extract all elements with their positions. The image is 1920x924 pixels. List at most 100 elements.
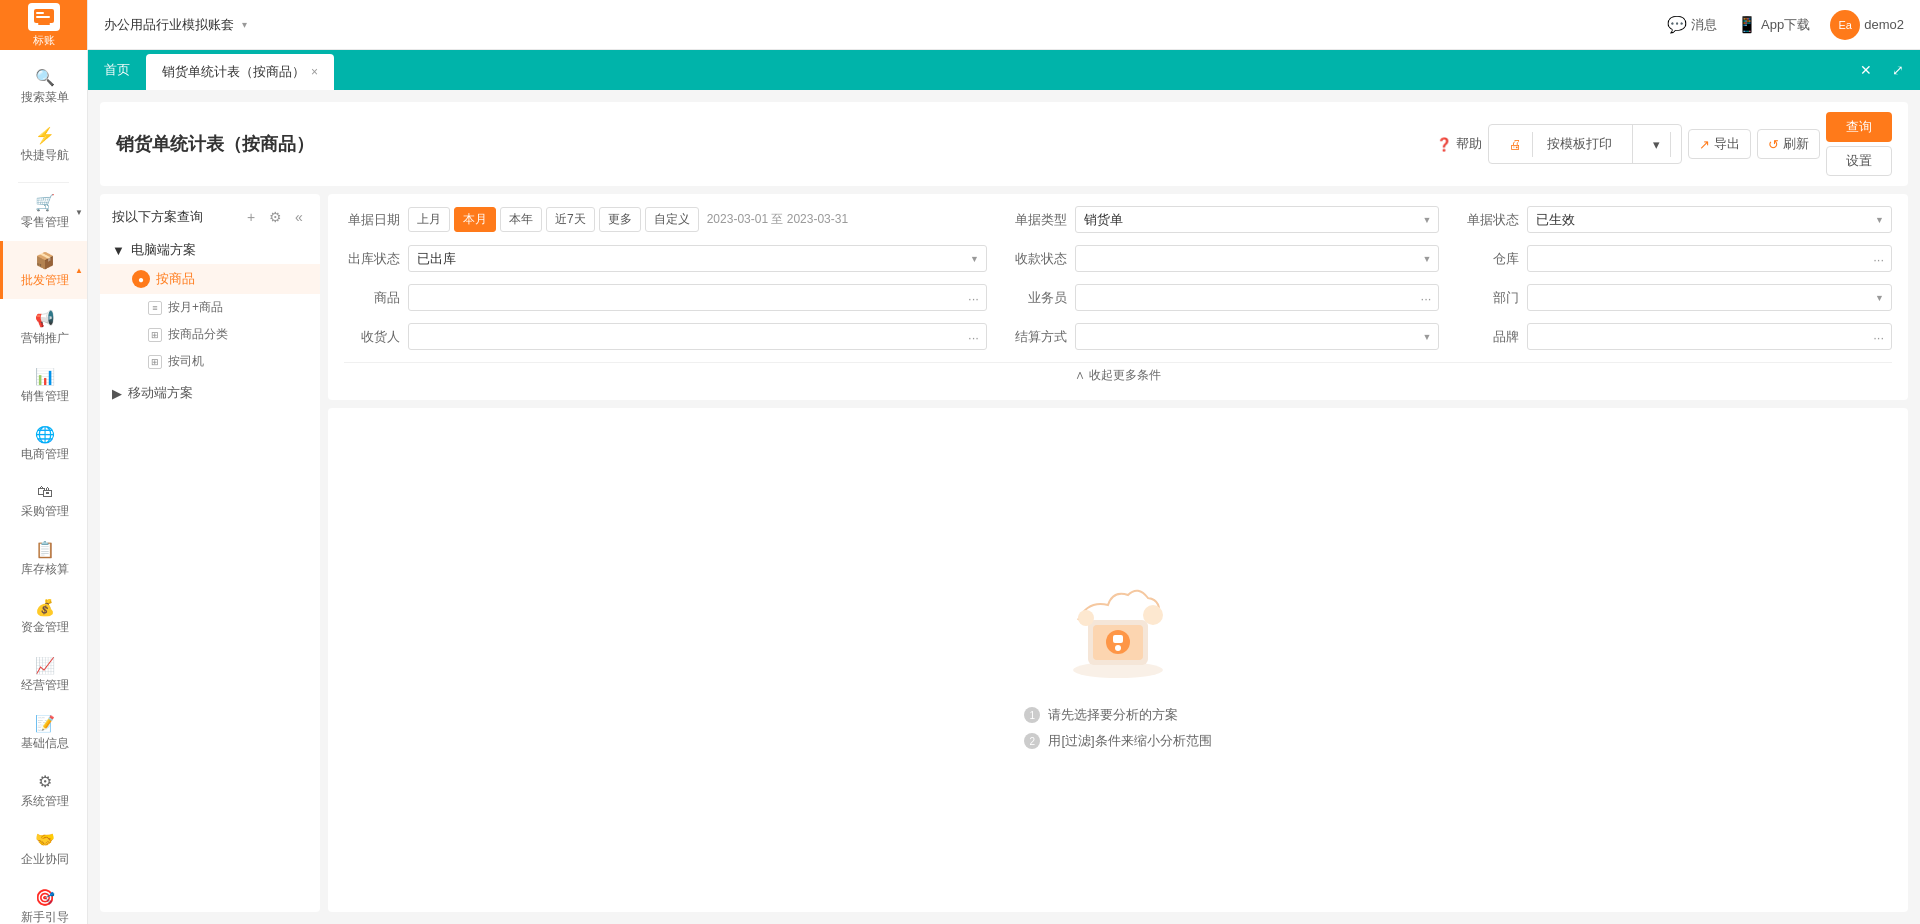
desktop-group-header[interactable]: ▼ 电脑端方案 <box>100 236 320 264</box>
tab-home[interactable]: 首页 <box>88 50 146 90</box>
sidebar-item-retail[interactable]: 🛒 零售管理 <box>0 183 87 241</box>
goods-label: 商品 <box>344 289 400 307</box>
filter-brand: 品牌 <box>1463 323 1892 350</box>
warehouse-label: 仓库 <box>1463 250 1519 268</box>
date-btn-more[interactable]: 更多 <box>599 207 641 232</box>
date-btn-7days[interactable]: 近7天 <box>546 207 595 232</box>
tree-item-by-goods[interactable]: ● 按商品 <box>100 264 320 294</box>
mobile-group-header[interactable]: ▶ 移动端方案 <box>100 379 320 407</box>
purchase-icon: 🛍 <box>37 483 53 501</box>
tab-active[interactable]: 销货单统计表（按商品） × <box>146 54 334 90</box>
staff-input[interactable] <box>1075 284 1440 311</box>
sidebar-item-basics[interactable]: 📝 基础信息 <box>0 704 87 762</box>
maximize-icon: ⤢ <box>1892 62 1904 78</box>
goods-input[interactable] <box>408 284 987 311</box>
receiver-input[interactable] <box>408 323 987 350</box>
export-icon: ↗ <box>1699 137 1710 152</box>
warehouse-select-wrapper <box>1527 245 1892 272</box>
quicknav-icon: ⚡ <box>35 126 55 145</box>
sidebar-item-label: 基础信息 <box>21 735 69 752</box>
sidebar-item-wholesale[interactable]: 📦 批发管理 <box>0 241 87 299</box>
page-content: 销货单统计表（按商品） ❓ 帮助 🖨 按模板打印 ▾ ↗ <box>88 90 1920 924</box>
query-btn[interactable]: 查询 <box>1826 112 1892 142</box>
date-btn-custom[interactable]: 自定义 <box>645 207 699 232</box>
warehouse-input[interactable] <box>1527 245 1892 272</box>
svg-rect-2 <box>36 12 44 14</box>
print-icon: 🖨 <box>1499 132 1533 157</box>
company-name: 办公用品行业模拟账套 <box>104 16 234 34</box>
date-btn-thismonth[interactable]: 本月 <box>454 207 496 232</box>
sidebar-item-system[interactable]: ⚙ 系统管理 <box>0 762 87 820</box>
date-btn-lastmonth[interactable]: 上月 <box>408 207 450 232</box>
payment-status-select[interactable] <box>1075 245 1440 272</box>
sidebar-item-ecommerce[interactable]: 🌐 电商管理 <box>0 415 87 473</box>
message-btn[interactable]: 💬 消息 <box>1667 15 1717 34</box>
doc-type-select-wrapper: 销货单 <box>1075 206 1440 233</box>
settings-btn[interactable]: 设置 <box>1826 146 1892 176</box>
export-btn[interactable]: ↗ 导出 <box>1688 129 1751 159</box>
edit-scheme-btn[interactable]: ⚙ <box>266 208 284 226</box>
print-btn[interactable]: 🖨 按模板打印 <box>1489 125 1633 163</box>
refresh-label: 刷新 <box>1783 135 1809 153</box>
tree-item-by-month-goods[interactable]: ≡ 按月+商品 <box>100 294 320 321</box>
date-btn-thisyear[interactable]: 本年 <box>500 207 542 232</box>
help-icon: ❓ <box>1436 137 1452 152</box>
collapse-bar[interactable]: ∧ 收起更多条件 <box>344 362 1892 388</box>
sidebar-item-marketing[interactable]: 📢 营销推广 <box>0 299 87 357</box>
dept-select-wrapper <box>1527 284 1892 311</box>
app-download-btn[interactable]: 📱 App下载 <box>1737 15 1810 34</box>
empty-tip-1: 1 请先选择要分析的方案 <box>1024 706 1211 724</box>
tree-item-by-driver[interactable]: ⊞ 按司机 <box>100 348 320 375</box>
doc-type-select[interactable]: 销货单 <box>1075 206 1440 233</box>
sidebar-item-purchase[interactable]: 🛍 采购管理 <box>0 473 87 530</box>
tab-close-icon[interactable]: × <box>311 65 318 79</box>
sidebar-item-collab[interactable]: 🤝 企业协同 <box>0 820 87 878</box>
tree-item-by-category[interactable]: ⊞ 按商品分类 <box>100 321 320 348</box>
filter-payment-status: 收款状态 <box>1011 245 1440 272</box>
dept-select[interactable] <box>1527 284 1892 311</box>
ecommerce-icon: 🌐 <box>35 425 55 444</box>
logo-icon <box>28 3 60 31</box>
svg-point-11 <box>1143 605 1163 625</box>
sidebar-item-sales[interactable]: 📊 销售管理 <box>0 357 87 415</box>
tab-minimize-btn[interactable]: ✕ <box>1852 56 1880 84</box>
svg-point-9 <box>1115 645 1121 651</box>
tab-bar: 首页 销货单统计表（按商品） × ✕ ⤢ <box>88 50 1920 90</box>
print-dropdown-btn[interactable]: ▾ <box>1633 127 1681 162</box>
sidebar-item-search[interactable]: 🔍 搜索菜单 <box>18 58 69 116</box>
tab-maximize-btn[interactable]: ⤢ <box>1884 56 1912 84</box>
warehouse-status-label: 出库状态 <box>344 250 400 268</box>
help-btn[interactable]: ❓ 帮助 <box>1436 135 1482 153</box>
warehouse-status-select[interactable]: 已出库 <box>408 245 987 272</box>
sub-item-icon: ⊞ <box>148 328 162 342</box>
brand-input[interactable] <box>1527 323 1892 350</box>
collapse-panel-btn[interactable]: « <box>290 208 308 226</box>
tip-text-1: 请先选择要分析的方案 <box>1048 706 1178 724</box>
sidebar-item-label: 资金管理 <box>21 619 69 636</box>
payment-method-label: 结算方式 <box>1011 328 1067 346</box>
sidebar-item-operations[interactable]: 📈 经营管理 <box>0 646 87 704</box>
refresh-btn[interactable]: ↺ 刷新 <box>1757 129 1820 159</box>
date-label: 单据日期 <box>344 211 400 229</box>
sidebar-search-section: 🔍 搜索菜单 ⚡ 快捷导航 <box>18 50 69 183</box>
sidebar-item-label: 采购管理 <box>21 503 69 520</box>
sidebar-item-quicknav[interactable]: ⚡ 快捷导航 <box>18 116 69 174</box>
sidebar-item-finance[interactable]: 💰 资金管理 <box>0 588 87 646</box>
mobile-group-label: 移动端方案 <box>128 384 193 402</box>
doc-status-select[interactable]: 已生效 <box>1527 206 1892 233</box>
finance-icon: 💰 <box>35 598 55 617</box>
add-scheme-btn[interactable]: + <box>242 208 260 226</box>
sidebar-item-label: 企业协同 <box>21 851 69 868</box>
sidebar-item-inventory[interactable]: 📋 库存核算 <box>0 530 87 588</box>
brand-select-wrapper <box>1527 323 1892 350</box>
company-dropdown-icon[interactable]: ▾ <box>242 19 247 30</box>
title-actions: ❓ 帮助 🖨 按模板打印 ▾ ↗ 导出 ↺ <box>1436 112 1892 176</box>
sidebar: 标账 🔍 搜索菜单 ⚡ 快捷导航 🛒 零售管理 📦 批发管理 📢 营销推广 📊 <box>0 0 88 924</box>
app-download-label: App下载 <box>1761 16 1810 34</box>
app-logo: 标账 <box>0 0 87 50</box>
print-label: 按模板打印 <box>1537 130 1622 158</box>
user-profile[interactable]: Ea demo2 <box>1830 10 1904 40</box>
page-title: 销货单统计表（按商品） <box>116 132 314 156</box>
payment-method-select[interactable] <box>1075 323 1440 350</box>
sidebar-item-newbie[interactable]: 🎯 新手引导 <box>0 878 87 924</box>
